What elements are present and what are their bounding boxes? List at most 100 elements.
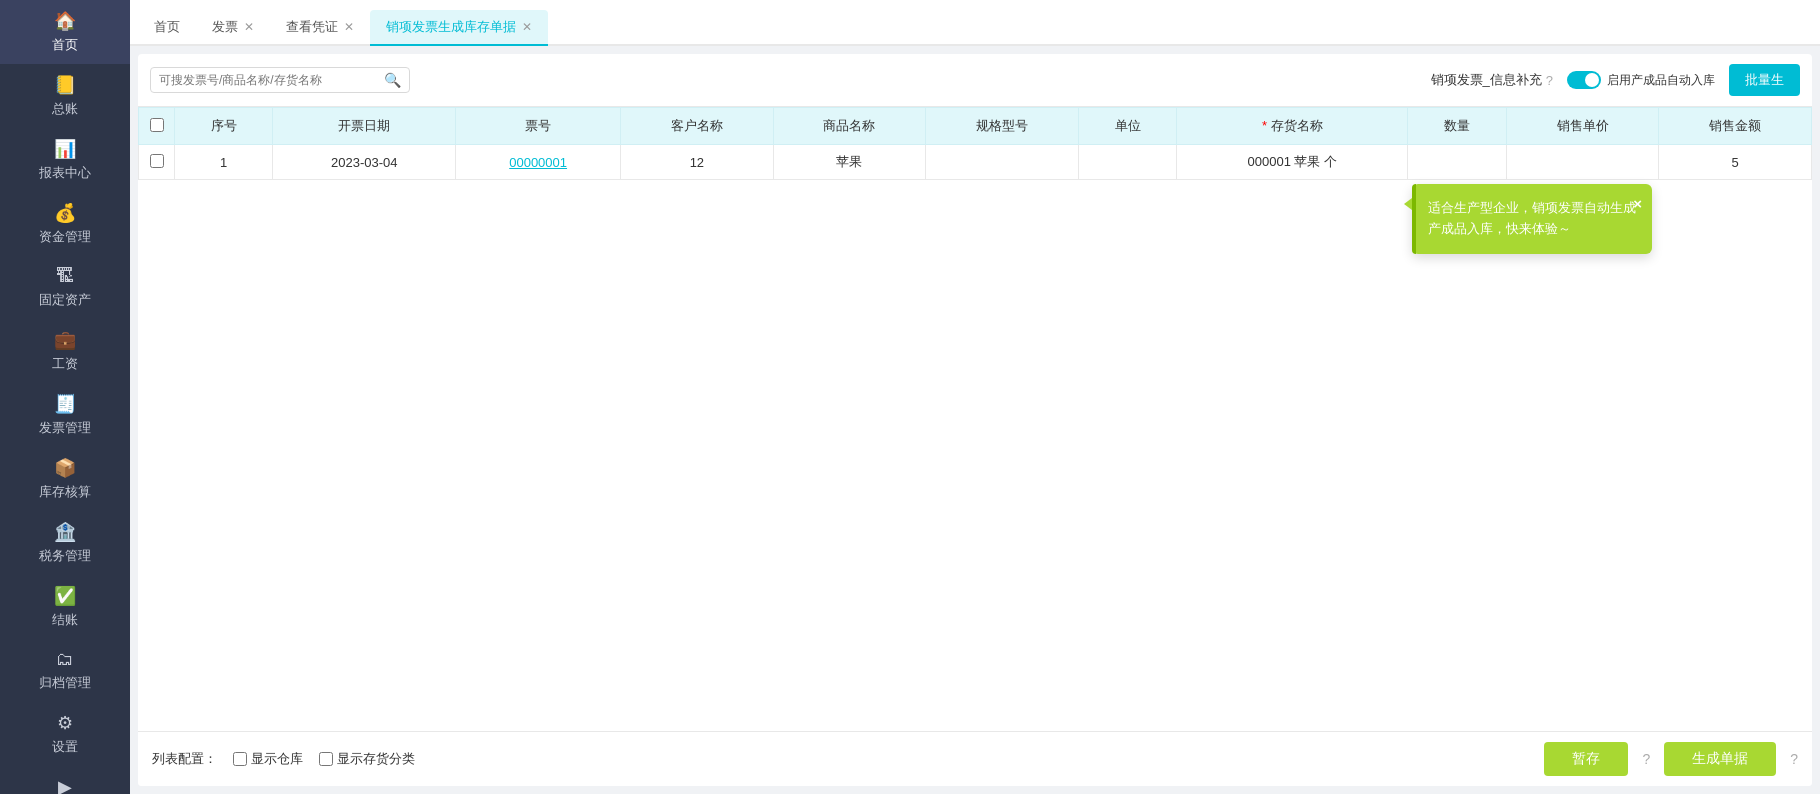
row-customer: 12	[621, 145, 774, 180]
save-button[interactable]: 暂存	[1544, 742, 1628, 776]
sidebar-item-guide[interactable]: ▶ 新手引导	[0, 766, 130, 794]
sidebar-item-funds[interactable]: 💰 资金管理	[0, 192, 130, 256]
invoice-icon: 🧾	[54, 393, 76, 415]
sidebar-item-reports[interactable]: 📊 报表中心	[0, 128, 130, 192]
row-price	[1506, 145, 1659, 180]
tooltip-accent-line	[1412, 184, 1416, 254]
show-category-text: 显示存货分类	[337, 750, 415, 768]
tax-icon: 🏦	[54, 521, 76, 543]
info-label: 销项发票_信息补充 ?	[1431, 71, 1553, 89]
show-category-label[interactable]: 显示存货分类	[319, 750, 415, 768]
row-number[interactable]: 00000001	[456, 145, 621, 180]
payroll-icon: 💼	[54, 329, 76, 351]
content-area: 🔍 销项发票_信息补充 ? 启用产成品自动入库 批量生	[138, 54, 1812, 786]
row-seq: 1	[175, 145, 273, 180]
th-stock: 存货名称	[1177, 108, 1408, 145]
sidebar-item-closing-label: 结账	[52, 611, 78, 629]
main-area: 首页 发票 ✕ 查看凭证 ✕ 销项发票生成库存单据 ✕ 🔍 销项发票_信息补充	[130, 0, 1820, 794]
bottom-actions: 暂存 ? 生成单据 ?	[1544, 742, 1798, 776]
generate-help-icon[interactable]: ?	[1790, 751, 1798, 767]
tab-stock-doc[interactable]: 销项发票生成库存单据 ✕	[370, 10, 548, 46]
tab-home-label: 首页	[154, 18, 180, 36]
sidebar-item-home-label: 首页	[52, 36, 78, 54]
row-qty	[1408, 145, 1506, 180]
row-checkbox-0[interactable]	[150, 154, 164, 168]
th-date: 开票日期	[273, 108, 456, 145]
inventory-icon: 📦	[54, 457, 76, 479]
tooltip-close-button[interactable]: ×	[1633, 192, 1642, 216]
tab-voucher[interactable]: 查看凭证 ✕	[270, 10, 370, 46]
sidebar-item-archive-label: 归档管理	[39, 674, 91, 692]
row-stock: 000001 苹果 个	[1177, 145, 1408, 180]
th-unit: 单位	[1078, 108, 1176, 145]
info-help-icon[interactable]: ?	[1546, 73, 1553, 88]
save-help-icon[interactable]: ?	[1642, 751, 1650, 767]
row-product: 苹果	[773, 145, 926, 180]
show-warehouse-text: 显示仓库	[251, 750, 303, 768]
row-date: 2023-03-04	[273, 145, 456, 180]
sidebar-item-settings-label: 设置	[52, 738, 78, 756]
assets-icon: 🏗	[56, 266, 74, 287]
show-warehouse-checkbox[interactable]	[233, 752, 247, 766]
th-spec: 规格型号	[926, 108, 1079, 145]
select-all-checkbox[interactable]	[150, 118, 164, 132]
sidebar-item-inventory-label: 库存核算	[39, 483, 91, 501]
sidebar-item-invoice[interactable]: 🧾 发票管理	[0, 383, 130, 447]
sidebar-item-settings[interactable]: ⚙ 设置	[0, 702, 130, 766]
reports-icon: 📊	[54, 138, 76, 160]
sidebar-item-archive[interactable]: 🗂 归档管理	[0, 639, 130, 702]
tooltip-text: 适合生产型企业，销项发票自动生成产成品入库，快来体验～	[1428, 200, 1636, 236]
toolbar: 🔍 销项发票_信息补充 ? 启用产成品自动入库 批量生	[138, 54, 1812, 107]
sidebar-item-closing[interactable]: ✅ 结账	[0, 575, 130, 639]
tooltip-popup: × 适合生产型企业，销项发票自动生成产成品入库，快来体验～	[1412, 184, 1652, 254]
auto-inbound-toggle[interactable]	[1567, 71, 1601, 89]
th-number: 票号	[456, 108, 621, 145]
th-product: 商品名称	[773, 108, 926, 145]
toggle-label: 启用产成品自动入库	[1607, 72, 1715, 89]
home-icon: 🏠	[54, 10, 76, 32]
search-wrap[interactable]: 🔍	[150, 67, 410, 93]
search-icon: 🔍	[384, 72, 401, 88]
tab-voucher-close[interactable]: ✕	[344, 20, 354, 34]
sidebar-item-invoice-label: 发票管理	[39, 419, 91, 437]
sidebar-item-payroll-label: 工资	[52, 355, 78, 373]
table-row: 1 2023-03-04 00000001 12 苹果 000001 苹果 个 …	[139, 145, 1812, 180]
tab-stock-doc-close[interactable]: ✕	[522, 20, 532, 34]
tab-invoice-close[interactable]: ✕	[244, 20, 254, 34]
sidebar-item-tax-label: 税务管理	[39, 547, 91, 565]
tab-invoice-label: 发票	[212, 18, 238, 36]
funds-icon: 💰	[54, 202, 76, 224]
sidebar-item-ledger-label: 总账	[52, 100, 78, 118]
toggle-wrap: 启用产成品自动入库	[1567, 71, 1715, 89]
sidebar-item-inventory[interactable]: 📦 库存核算	[0, 447, 130, 511]
th-seq: 序号	[175, 108, 273, 145]
tab-bar: 首页 发票 ✕ 查看凭证 ✕ 销项发票生成库存单据 ✕	[130, 0, 1820, 46]
show-warehouse-label[interactable]: 显示仓库	[233, 750, 303, 768]
list-config-label: 列表配置：	[152, 750, 217, 768]
sidebar-item-home[interactable]: 🏠 首页	[0, 0, 130, 64]
th-amount: 销售金额	[1659, 108, 1812, 145]
th-price: 销售单价	[1506, 108, 1659, 145]
row-checkbox-cell[interactable]	[139, 145, 175, 180]
search-input[interactable]	[159, 73, 378, 87]
sidebar-item-ledger[interactable]: 📒 总账	[0, 64, 130, 128]
sidebar-item-tax[interactable]: 🏦 税务管理	[0, 511, 130, 575]
sidebar-item-payroll[interactable]: 💼 工资	[0, 319, 130, 383]
sidebar-item-assets[interactable]: 🏗 固定资产	[0, 256, 130, 319]
table-header-row: 序号 开票日期 票号 客户名称 商品名称 规格型号 单位 存货名称 数量 销售单…	[139, 108, 1812, 145]
row-spec	[926, 145, 1079, 180]
batch-button[interactable]: 批量生	[1729, 64, 1800, 96]
closing-icon: ✅	[54, 585, 76, 607]
tab-invoice[interactable]: 发票 ✕	[196, 10, 270, 46]
generate-button[interactable]: 生成单据	[1664, 742, 1776, 776]
bottom-bar: 列表配置： 显示仓库 显示存货分类 暂存 ? 生成单据 ?	[138, 731, 1812, 786]
show-category-checkbox[interactable]	[319, 752, 333, 766]
archive-icon: 🗂	[56, 649, 74, 670]
th-checkbox	[139, 108, 175, 145]
tab-home[interactable]: 首页	[138, 10, 196, 46]
tab-stock-doc-label: 销项发票生成库存单据	[386, 18, 516, 36]
info-label-text: 销项发票_信息补充	[1431, 71, 1542, 89]
sidebar-item-funds-label: 资金管理	[39, 228, 91, 246]
settings-icon: ⚙	[57, 712, 73, 734]
toolbar-right: 销项发票_信息补充 ? 启用产成品自动入库 批量生	[1431, 64, 1800, 96]
